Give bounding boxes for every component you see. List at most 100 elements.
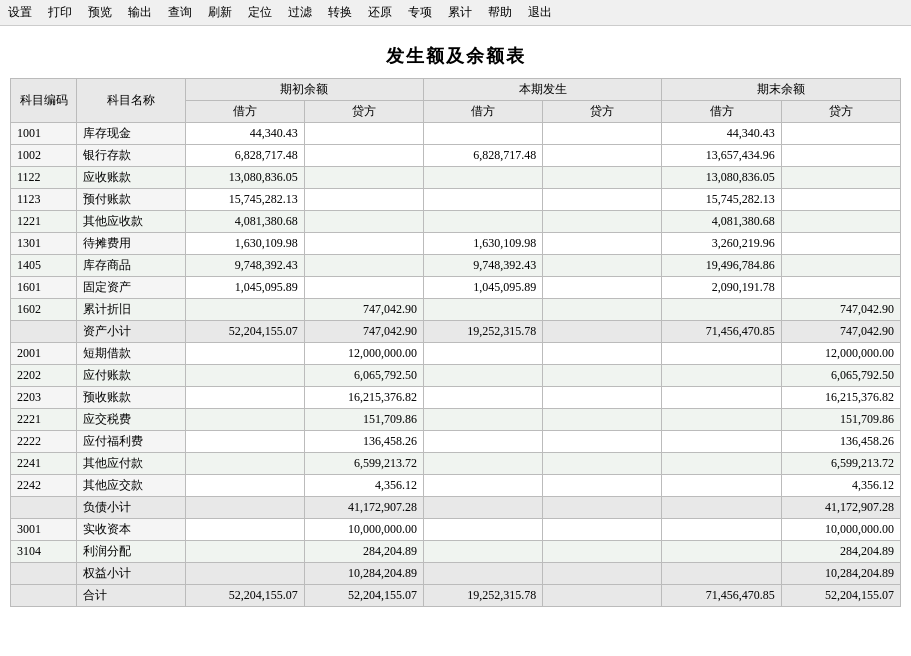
menu-item-12[interactable]: 帮助 bbox=[486, 3, 514, 22]
table-row: 权益小计10,284,204.8910,284,204.89 bbox=[11, 563, 901, 585]
table-cell: 6,065,792.50 bbox=[304, 365, 423, 387]
table-row: 2242其他应交款 4,356.12 4,356.12 bbox=[11, 475, 901, 497]
table-cell: 12,000,000.00 bbox=[781, 343, 900, 365]
menu-item-8[interactable]: 转换 bbox=[326, 3, 354, 22]
menu-item-5[interactable]: 刷新 bbox=[206, 3, 234, 22]
table-cell: 6,599,213.72 bbox=[304, 453, 423, 475]
table-cell: 15,745,282.13 bbox=[185, 189, 304, 211]
table-cell: 应收账款 bbox=[77, 167, 185, 189]
table-cell: 实收资本 bbox=[77, 519, 185, 541]
table-cell bbox=[423, 519, 542, 541]
table-cell: 3,260,219.96 bbox=[662, 233, 781, 255]
table-cell: 747,042.90 bbox=[304, 321, 423, 343]
table-cell bbox=[423, 365, 542, 387]
table-cell: 71,456,470.85 bbox=[662, 321, 781, 343]
table-cell: 固定资产 bbox=[77, 277, 185, 299]
menu-item-9[interactable]: 还原 bbox=[366, 3, 394, 22]
table-cell: 应付福利费 bbox=[77, 431, 185, 453]
table-cell: 3001 bbox=[11, 519, 77, 541]
table-cell bbox=[185, 497, 304, 519]
table-cell: 1405 bbox=[11, 255, 77, 277]
table-cell bbox=[543, 475, 662, 497]
table-row: 2202应付账款6,065,792.506,065,792.50 bbox=[11, 365, 901, 387]
table-cell bbox=[543, 211, 662, 233]
table-cell: 10,284,204.89 bbox=[304, 563, 423, 585]
th-code: 科目编码 bbox=[11, 79, 77, 123]
table-cell bbox=[662, 343, 781, 365]
table-cell: 2222 bbox=[11, 431, 77, 453]
table-cell bbox=[423, 189, 542, 211]
table-cell bbox=[662, 299, 781, 321]
table-cell bbox=[185, 475, 304, 497]
table-cell: 12,000,000.00 bbox=[304, 343, 423, 365]
table-cell bbox=[781, 167, 900, 189]
menu-item-10[interactable]: 专项 bbox=[406, 3, 434, 22]
table-cell bbox=[543, 233, 662, 255]
table-cell: 1,045,095.89 bbox=[185, 277, 304, 299]
table-cell bbox=[662, 475, 781, 497]
table-row: 负债小计41,172,907.2841,172,907.28 bbox=[11, 497, 901, 519]
table-cell: 其他应付款 bbox=[77, 453, 185, 475]
table-row: 1001库存现金44,340.4344,340.43 bbox=[11, 123, 901, 145]
menu-item-6[interactable]: 定位 bbox=[246, 3, 274, 22]
table-row: 1602累计折旧747,042.90747,042.90 bbox=[11, 299, 901, 321]
table-row: 2001短期借款 12,000,000.00 12,000,000.00 bbox=[11, 343, 901, 365]
table-cell bbox=[543, 541, 662, 563]
menu-item-2[interactable]: 预览 bbox=[86, 3, 114, 22]
table-cell bbox=[423, 123, 542, 145]
table-row: 1601固定资产1,045,095.891,045,095.892,090,19… bbox=[11, 277, 901, 299]
table-cell: 2001 bbox=[11, 343, 77, 365]
table-cell bbox=[185, 541, 304, 563]
table-cell bbox=[304, 233, 423, 255]
table-cell bbox=[781, 211, 900, 233]
menu-item-11[interactable]: 累计 bbox=[446, 3, 474, 22]
table-cell bbox=[543, 255, 662, 277]
table-cell: 4,356.12 bbox=[781, 475, 900, 497]
table-cell bbox=[185, 409, 304, 431]
table-cell: 747,042.90 bbox=[781, 321, 900, 343]
table-cell: 2221 bbox=[11, 409, 77, 431]
table-cell: 4,356.12 bbox=[304, 475, 423, 497]
table-cell bbox=[304, 277, 423, 299]
menubar: 设置打印预览输出查询刷新定位过滤转换还原专项累计帮助退出 bbox=[0, 0, 911, 26]
table-cell: 1001 bbox=[11, 123, 77, 145]
table-cell: 应付账款 bbox=[77, 365, 185, 387]
table-cell: 1,630,109.98 bbox=[185, 233, 304, 255]
table-cell: 19,252,315.78 bbox=[423, 321, 542, 343]
menu-item-3[interactable]: 输出 bbox=[126, 3, 154, 22]
table-cell bbox=[662, 453, 781, 475]
th-eb-c: 贷方 bbox=[781, 101, 900, 123]
menu-item-4[interactable]: 查询 bbox=[166, 3, 194, 22]
table-cell: 1602 bbox=[11, 299, 77, 321]
table-cell bbox=[304, 255, 423, 277]
table-cell: 其他应交款 bbox=[77, 475, 185, 497]
table-cell: 52,204,155.07 bbox=[781, 585, 900, 607]
table-cell bbox=[662, 497, 781, 519]
menu-item-1[interactable]: 打印 bbox=[46, 3, 74, 22]
table-cell: 71,456,470.85 bbox=[662, 585, 781, 607]
table-cell: 权益小计 bbox=[77, 563, 185, 585]
table-cell: 136,458.26 bbox=[781, 431, 900, 453]
table-cell: 151,709.86 bbox=[304, 409, 423, 431]
table-cell bbox=[781, 255, 900, 277]
menu-item-7[interactable]: 过滤 bbox=[286, 3, 314, 22]
table-cell: 6,828,717.48 bbox=[185, 145, 304, 167]
table-row: 1122应收账款13,080,836.0513,080,836.05 bbox=[11, 167, 901, 189]
table-cell: 16,215,376.82 bbox=[781, 387, 900, 409]
table-cell bbox=[781, 277, 900, 299]
table-cell bbox=[543, 123, 662, 145]
table-cell: 6,599,213.72 bbox=[781, 453, 900, 475]
th-cur-d: 借方 bbox=[423, 101, 542, 123]
table-cell: 应交税费 bbox=[77, 409, 185, 431]
menu-item-0[interactable]: 设置 bbox=[6, 3, 34, 22]
table-cell: 284,204.89 bbox=[304, 541, 423, 563]
table-cell bbox=[662, 563, 781, 585]
table-cell bbox=[543, 321, 662, 343]
table-cell bbox=[423, 541, 542, 563]
menu-item-13[interactable]: 退出 bbox=[526, 3, 554, 22]
th-name: 科目名称 bbox=[77, 79, 185, 123]
table-cell: 2242 bbox=[11, 475, 77, 497]
table-cell: 短期借款 bbox=[77, 343, 185, 365]
table-row: 2241其他应付款6,599,213.726,599,213.72 bbox=[11, 453, 901, 475]
table-cell: 4,081,380.68 bbox=[662, 211, 781, 233]
